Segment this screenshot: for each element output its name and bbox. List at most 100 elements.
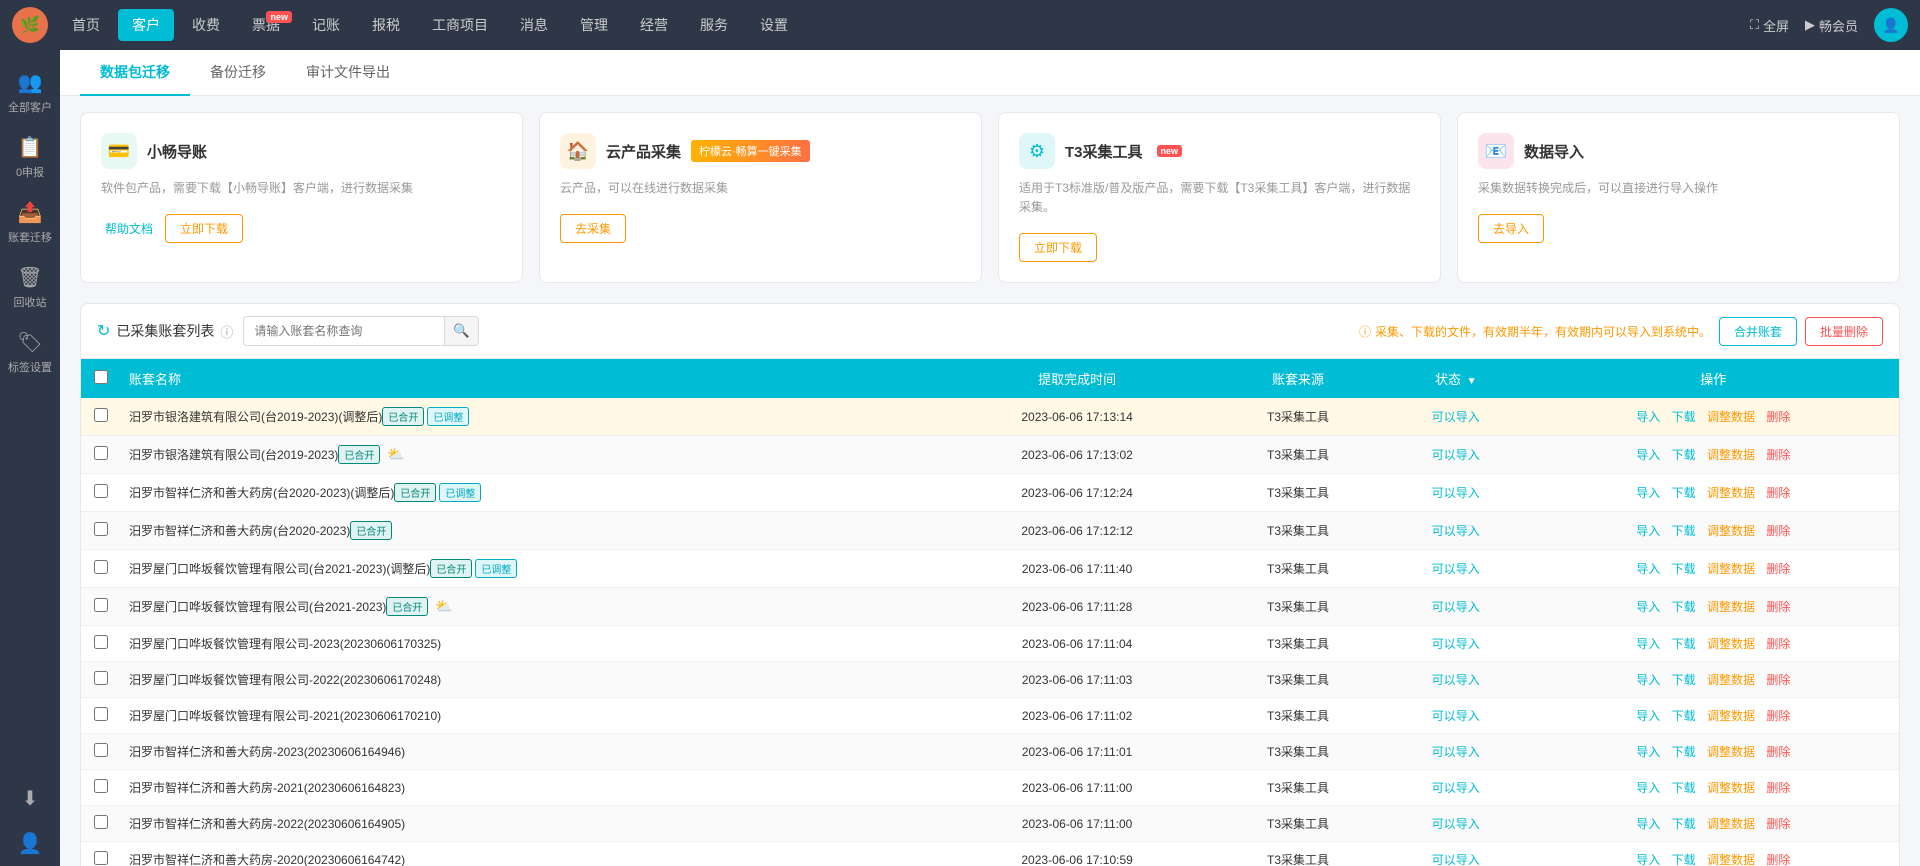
op-delete[interactable]: 删除: [1766, 745, 1790, 759]
help-doc-link-1[interactable]: 帮助文档: [105, 220, 153, 237]
op-import[interactable]: 导入: [1636, 673, 1660, 687]
row-checkbox[interactable]: [94, 560, 108, 574]
nav-bookkeeping[interactable]: 记账: [298, 9, 354, 41]
op-download[interactable]: 下载: [1672, 524, 1696, 538]
op-download[interactable]: 下载: [1672, 562, 1696, 576]
op-delete[interactable]: 删除: [1766, 853, 1790, 866]
tab-data-migration[interactable]: 数据包迁移: [80, 50, 190, 96]
op-import[interactable]: 导入: [1636, 486, 1660, 500]
sidebar-item-all-customers[interactable]: 👥 全部客户: [0, 60, 60, 125]
op-import[interactable]: 导入: [1636, 853, 1660, 866]
nav-manage[interactable]: 管理: [566, 9, 622, 41]
sidebar-item-user[interactable]: 👤: [18, 821, 43, 866]
op-import[interactable]: 导入: [1636, 637, 1660, 651]
op-import[interactable]: 导入: [1636, 562, 1660, 576]
help-icon[interactable]: ⓘ: [220, 322, 233, 341]
select-all-checkbox[interactable]: [94, 370, 108, 384]
op-adjust[interactable]: 调整数据: [1707, 448, 1755, 462]
op-adjust[interactable]: 调整数据: [1707, 745, 1755, 759]
nav-home[interactable]: 首页: [58, 9, 114, 41]
sidebar-item-download[interactable]: ⬇: [18, 776, 43, 821]
op-adjust[interactable]: 调整数据: [1707, 486, 1755, 500]
row-checkbox[interactable]: [94, 851, 108, 865]
row-checkbox[interactable]: [94, 484, 108, 498]
row-checkbox[interactable]: [94, 522, 108, 536]
op-adjust[interactable]: 调整数据: [1707, 637, 1755, 651]
op-import[interactable]: 导入: [1636, 600, 1660, 614]
op-delete[interactable]: 删除: [1766, 600, 1790, 614]
row-checkbox[interactable]: [94, 635, 108, 649]
nav-operation[interactable]: 经营: [626, 9, 682, 41]
op-download[interactable]: 下载: [1672, 817, 1696, 831]
row-checkbox[interactable]: [94, 408, 108, 422]
import-btn-4[interactable]: 去导入: [1478, 214, 1544, 243]
nav-invoice[interactable]: 票据new: [238, 9, 294, 41]
op-adjust[interactable]: 调整数据: [1707, 817, 1755, 831]
row-checkbox[interactable]: [94, 598, 108, 612]
op-adjust[interactable]: 调整数据: [1707, 524, 1755, 538]
op-delete[interactable]: 删除: [1766, 817, 1790, 831]
op-delete[interactable]: 删除: [1766, 524, 1790, 538]
op-delete[interactable]: 删除: [1766, 709, 1790, 723]
collect-btn-2[interactable]: 去采集: [560, 214, 626, 243]
op-download[interactable]: 下载: [1672, 448, 1696, 462]
nav-service[interactable]: 服务: [686, 9, 742, 41]
op-delete[interactable]: 删除: [1766, 448, 1790, 462]
op-adjust[interactable]: 调整数据: [1707, 709, 1755, 723]
op-download[interactable]: 下载: [1672, 673, 1696, 687]
op-download[interactable]: 下载: [1672, 410, 1696, 424]
op-adjust[interactable]: 调整数据: [1707, 562, 1755, 576]
op-adjust[interactable]: 调整数据: [1707, 410, 1755, 424]
op-delete[interactable]: 删除: [1766, 562, 1790, 576]
op-delete[interactable]: 删除: [1766, 673, 1790, 687]
row-checkbox[interactable]: [94, 743, 108, 757]
sidebar-item-zero-report[interactable]: 📋 0申报: [0, 125, 60, 190]
sidebar-item-recycle[interactable]: 🗑 回收站: [0, 255, 60, 320]
op-download[interactable]: 下载: [1672, 486, 1696, 500]
th-status[interactable]: 状态 ▼: [1384, 359, 1528, 398]
op-import[interactable]: 导入: [1636, 524, 1660, 538]
batch-delete-btn[interactable]: 批量删除: [1805, 317, 1883, 346]
op-delete[interactable]: 删除: [1766, 781, 1790, 795]
op-import[interactable]: 导入: [1636, 817, 1660, 831]
op-download[interactable]: 下载: [1672, 637, 1696, 651]
nav-fee[interactable]: 收费: [178, 9, 234, 41]
row-checkbox[interactable]: [94, 707, 108, 721]
nav-tax[interactable]: 报税: [358, 9, 414, 41]
op-import[interactable]: 导入: [1636, 781, 1660, 795]
search-input[interactable]: [244, 324, 444, 338]
row-checkbox[interactable]: [94, 779, 108, 793]
op-delete[interactable]: 删除: [1766, 637, 1790, 651]
download-btn-3[interactable]: 立即下载: [1019, 233, 1097, 262]
tab-audit-export[interactable]: 审计文件导出: [286, 50, 410, 96]
sidebar-item-account-migration[interactable]: 📤 账套迁移: [0, 190, 60, 255]
op-download[interactable]: 下载: [1672, 745, 1696, 759]
op-adjust[interactable]: 调整数据: [1707, 781, 1755, 795]
nav-business[interactable]: 工商项目: [418, 9, 502, 41]
row-checkbox[interactable]: [94, 671, 108, 685]
merge-btn[interactable]: 合并账套: [1719, 317, 1797, 346]
row-checkbox[interactable]: [94, 446, 108, 460]
nav-settings[interactable]: 设置: [746, 9, 802, 41]
op-download[interactable]: 下载: [1672, 853, 1696, 866]
op-delete[interactable]: 删除: [1766, 410, 1790, 424]
nav-message[interactable]: 消息: [506, 9, 562, 41]
sidebar-item-tags[interactable]: 🏷 标签设置: [0, 320, 60, 385]
fullscreen-btn[interactable]: ⛶ 全屏: [1750, 16, 1789, 35]
op-adjust[interactable]: 调整数据: [1707, 600, 1755, 614]
op-import[interactable]: 导入: [1636, 448, 1660, 462]
row-checkbox[interactable]: [94, 815, 108, 829]
search-button[interactable]: 🔍: [444, 317, 478, 345]
op-import[interactable]: 导入: [1636, 410, 1660, 424]
op-download[interactable]: 下载: [1672, 781, 1696, 795]
op-import[interactable]: 导入: [1636, 709, 1660, 723]
tab-backup-migration[interactable]: 备份迁移: [190, 50, 286, 96]
op-adjust[interactable]: 调整数据: [1707, 853, 1755, 866]
nav-customer[interactable]: 客户: [118, 9, 174, 41]
refresh-icon[interactable]: ↻: [97, 321, 110, 341]
op-delete[interactable]: 删除: [1766, 486, 1790, 500]
op-download[interactable]: 下载: [1672, 600, 1696, 614]
op-import[interactable]: 导入: [1636, 745, 1660, 759]
op-download[interactable]: 下载: [1672, 709, 1696, 723]
download-btn-1[interactable]: 立即下载: [165, 214, 243, 243]
